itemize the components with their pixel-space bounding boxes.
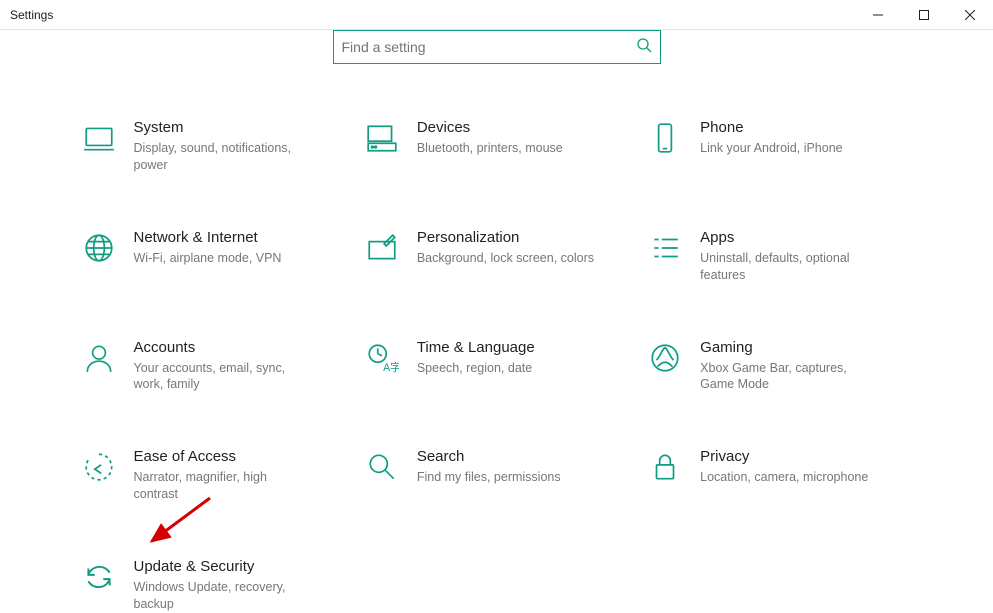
close-button[interactable] xyxy=(947,0,993,30)
tile-network[interactable]: Network & Internet Wi-Fi, airplane mode,… xyxy=(82,229,345,284)
tile-title: Privacy xyxy=(700,448,868,465)
tile-desc: Xbox Game Bar, captures, Game Mode xyxy=(700,360,880,394)
system-icon xyxy=(82,121,116,155)
accounts-icon xyxy=(82,341,116,375)
tile-update-security[interactable]: Update & Security Windows Update, recove… xyxy=(82,558,345,613)
tile-accounts[interactable]: Accounts Your accounts, email, sync, wor… xyxy=(82,339,345,394)
tile-time-language[interactable]: A字 Time & Language Speech, region, date xyxy=(365,339,628,394)
minimize-button[interactable] xyxy=(855,0,901,30)
tile-desc: Location, camera, microphone xyxy=(700,469,868,486)
svg-text:A字: A字 xyxy=(383,360,399,373)
tile-title: Accounts xyxy=(134,339,314,356)
tile-phone[interactable]: Phone Link your Android, iPhone xyxy=(648,119,911,174)
lock-icon xyxy=(648,450,682,484)
tile-ease-of-access[interactable]: Ease of Access Narrator, magnifier, high… xyxy=(82,448,345,503)
tile-title: System xyxy=(134,119,314,136)
globe-icon xyxy=(82,231,116,265)
apps-icon xyxy=(648,231,682,265)
tile-title: Personalization xyxy=(417,229,594,246)
window-controls xyxy=(855,0,993,29)
tile-desc: Wi-Fi, airplane mode, VPN xyxy=(134,250,282,267)
tile-desc: Windows Update, recovery, backup xyxy=(134,579,314,613)
tile-search[interactable]: Search Find my files, permissions xyxy=(365,448,628,503)
devices-icon xyxy=(365,121,399,155)
tile-apps[interactable]: Apps Uninstall, defaults, optional featu… xyxy=(648,229,911,284)
tile-title: Ease of Access xyxy=(134,448,314,465)
tile-devices[interactable]: Devices Bluetooth, printers, mouse xyxy=(365,119,628,174)
search-wrap xyxy=(0,30,993,64)
tile-system[interactable]: System Display, sound, notifications, po… xyxy=(82,119,345,174)
tile-title: Time & Language xyxy=(417,339,535,356)
tile-desc: Display, sound, notifications, power xyxy=(134,140,314,174)
gaming-icon xyxy=(648,341,682,375)
tile-desc: Speech, region, date xyxy=(417,360,535,377)
tile-title: Update & Security xyxy=(134,558,314,575)
content-area: System Display, sound, notifications, po… xyxy=(0,30,993,613)
tile-title: Network & Internet xyxy=(134,229,282,246)
tile-desc: Narrator, magnifier, high contrast xyxy=(134,469,314,503)
tile-title: Gaming xyxy=(700,339,880,356)
search-input[interactable] xyxy=(342,39,636,55)
search-box[interactable] xyxy=(333,30,661,64)
update-icon xyxy=(82,560,116,594)
tile-desc: Link your Android, iPhone xyxy=(700,140,842,157)
ease-of-access-icon xyxy=(82,450,116,484)
tile-title: Apps xyxy=(700,229,880,246)
tile-desc: Your accounts, email, sync, work, family xyxy=(134,360,314,394)
tile-title: Devices xyxy=(417,119,563,136)
window-title: Settings xyxy=(10,8,53,22)
tile-desc: Background, lock screen, colors xyxy=(417,250,594,267)
tile-desc: Uninstall, defaults, optional features xyxy=(700,250,880,284)
time-language-icon: A字 xyxy=(365,341,399,375)
search-icon xyxy=(636,37,652,58)
personalization-icon xyxy=(365,231,399,265)
tile-personalization[interactable]: Personalization Background, lock screen,… xyxy=(365,229,628,284)
search-tile-icon xyxy=(365,450,399,484)
tile-title: Phone xyxy=(700,119,842,136)
tile-privacy[interactable]: Privacy Location, camera, microphone xyxy=(648,448,911,503)
tile-title: Search xyxy=(417,448,561,465)
window-titlebar: Settings xyxy=(0,0,993,30)
maximize-button[interactable] xyxy=(901,0,947,30)
settings-grid: System Display, sound, notifications, po… xyxy=(82,119,912,613)
phone-icon xyxy=(648,121,682,155)
tile-desc: Find my files, permissions xyxy=(417,469,561,486)
tile-gaming[interactable]: Gaming Xbox Game Bar, captures, Game Mod… xyxy=(648,339,911,394)
tile-desc: Bluetooth, printers, mouse xyxy=(417,140,563,157)
